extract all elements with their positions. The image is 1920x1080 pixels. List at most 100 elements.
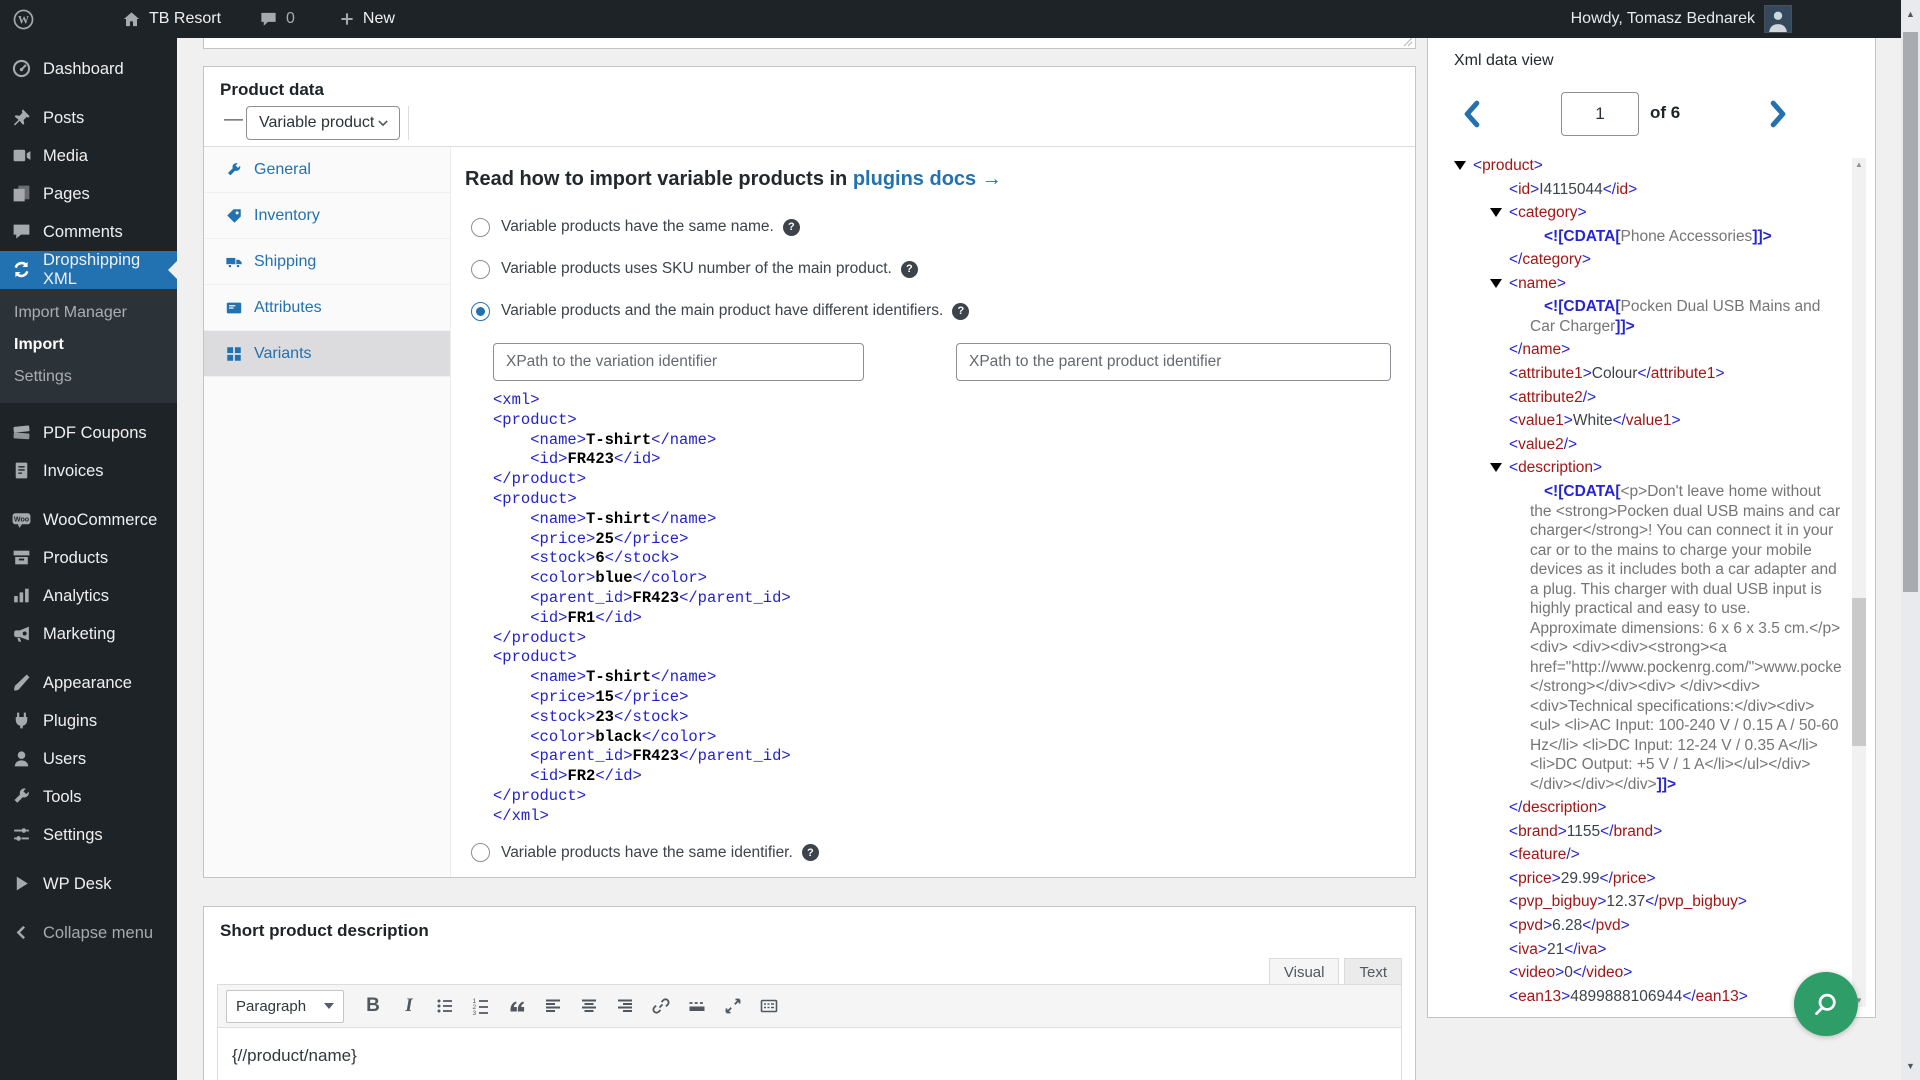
sidebar-item-settings[interactable]: Settings: [0, 816, 177, 854]
code-tag: </color>: [642, 728, 716, 746]
toolbar-toggle-button[interactable]: [754, 991, 784, 1021]
help-icon[interactable]: ?: [783, 219, 800, 236]
xpath-variation-input[interactable]: [493, 343, 864, 381]
sidebar-item-pdf-coupons[interactable]: PDF Coupons: [0, 414, 177, 452]
tab-attributes[interactable]: Attributes: [204, 285, 450, 331]
sidebar-item-collapse-menu[interactable]: Collapse menu: [0, 914, 177, 952]
italic-button[interactable]: I: [394, 991, 424, 1021]
resize-grip-icon[interactable]: [1403, 38, 1413, 47]
tab-label: Shipping: [254, 253, 316, 271]
expand-toggle-icon[interactable]: [1490, 208, 1502, 223]
tree-tagname: value1: [1626, 412, 1672, 429]
link-button[interactable]: [646, 991, 676, 1021]
comments-indicator[interactable]: 0: [246, 0, 308, 38]
expand-toggle-icon[interactable]: [1490, 279, 1502, 294]
sidebar-item-wp-desk[interactable]: WP Desk: [0, 865, 177, 903]
sidebar-item-woocommerce[interactable]: WooWooCommerce: [0, 501, 177, 539]
blockquote-button[interactable]: [502, 991, 532, 1021]
code-tag: </xml>: [493, 807, 549, 825]
wp-logo-menu[interactable]: W: [0, 0, 47, 38]
tree-scrollbar-thumb[interactable]: [1852, 598, 1866, 746]
code-line: <product>: [493, 490, 1395, 510]
sidebar-item-appearance[interactable]: Appearance: [0, 664, 177, 702]
sidebar-item-label: Dashboard: [43, 60, 124, 79]
align-center-button[interactable]: [574, 991, 604, 1021]
sidebar-item-dropshipping-xml[interactable]: Dropshipping XML: [0, 251, 177, 289]
expand-toggle-icon[interactable]: [1490, 463, 1502, 478]
tab-text[interactable]: Text: [1344, 958, 1402, 986]
editor-content[interactable]: {//product/name}: [218, 1028, 1401, 1080]
cdata-open: <![CDATA[: [1544, 228, 1620, 245]
next-page-button[interactable]: [1766, 96, 1790, 132]
tab-general[interactable]: General: [204, 147, 450, 193]
settings-icon: [11, 824, 33, 846]
search-fab-button[interactable]: [1794, 972, 1858, 1036]
new-content-menu[interactable]: New: [326, 0, 408, 38]
radio-0[interactable]: [471, 218, 490, 237]
numbered-list-button[interactable]: 123: [466, 991, 496, 1021]
tab-visual[interactable]: Visual: [1269, 958, 1340, 985]
help-icon[interactable]: ?: [952, 303, 969, 320]
sidebar-item-dashboard[interactable]: Dashboard: [0, 50, 177, 88]
bullet-list-button[interactable]: [430, 991, 460, 1021]
card-icon: [225, 299, 243, 317]
tab-shipping[interactable]: Shipping: [204, 239, 450, 285]
page-number-input[interactable]: [1561, 92, 1639, 136]
sidebar-item-media[interactable]: Media: [0, 137, 177, 175]
scroll-up-icon[interactable]: ▲: [1852, 160, 1866, 169]
sidebar-item-analytics[interactable]: Analytics: [0, 577, 177, 615]
truck-icon: [225, 253, 243, 271]
help-icon[interactable]: ?: [901, 261, 918, 278]
radio-2[interactable]: [471, 302, 490, 321]
tree-bracket: <: [1509, 964, 1518, 981]
tree-bracket: >: [1538, 941, 1547, 958]
tab-variants[interactable]: Variants: [204, 331, 450, 377]
tree-tagname: brand: [1518, 823, 1558, 840]
tree-bracket: <: [1509, 846, 1518, 863]
xpath-parent-input[interactable]: [956, 343, 1391, 381]
submenu-item-settings[interactable]: Settings: [0, 361, 177, 393]
tab-inventory[interactable]: Inventory: [204, 193, 450, 239]
option-2: Variable products and the main product h…: [471, 301, 1395, 321]
avatar[interactable]: [1764, 5, 1792, 33]
scrollbar-up-icon[interactable]: ▲: [1901, 9, 1920, 19]
fullscreen-button[interactable]: [718, 991, 748, 1021]
tree-scrollbar[interactable]: ▲ ▼: [1852, 158, 1866, 1007]
submenu-item-import-manager[interactable]: Import Manager: [0, 297, 177, 329]
expand-toggle-icon[interactable]: [1454, 161, 1466, 176]
product-type-select[interactable]: Variable product: [246, 106, 400, 140]
sidebar-submenu: Import ManagerImportSettings: [0, 289, 177, 403]
code-tag: </stock>: [605, 549, 679, 567]
align-left-button[interactable]: [538, 991, 568, 1021]
site-name-menu[interactable]: TB Resort: [109, 0, 234, 38]
tree-bracket: >: [1739, 988, 1748, 1005]
sidebar-item-marketing[interactable]: Marketing: [0, 615, 177, 653]
help-icon[interactable]: ?: [802, 844, 819, 861]
sidebar-item-plugins[interactable]: Plugins: [0, 702, 177, 740]
sidebar-item-products[interactable]: Products: [0, 539, 177, 577]
tree-bracket: >: [1671, 412, 1680, 429]
submenu-item-import[interactable]: Import: [0, 329, 177, 361]
tree-tagname: category: [1522, 251, 1581, 268]
align-right-button[interactable]: [610, 991, 640, 1021]
bold-button[interactable]: B: [358, 991, 388, 1021]
window-scrollbar[interactable]: ▲ ▼: [1901, 0, 1920, 1080]
radio-last[interactable]: [471, 843, 490, 862]
sidebar-item-invoices[interactable]: Invoices: [0, 452, 177, 490]
cdata-close: ]]>: [1615, 318, 1634, 335]
window-scrollbar-thumb[interactable]: [1903, 32, 1918, 592]
sidebar-item-comments[interactable]: Comments: [0, 213, 177, 251]
more-tag-button[interactable]: [682, 991, 712, 1021]
sidebar-item-posts[interactable]: Posts: [0, 99, 177, 137]
scrollbar-down-icon[interactable]: ▼: [1901, 1061, 1920, 1071]
sidebar-item-label: Invoices: [43, 462, 104, 481]
plugins-docs-link[interactable]: plugins docs →: [853, 168, 1002, 190]
radio-1[interactable]: [471, 260, 490, 279]
tree-bracket: >: [1561, 988, 1570, 1005]
sidebar-item-pages[interactable]: Pages: [0, 175, 177, 213]
sidebar-item-users[interactable]: Users: [0, 740, 177, 778]
paragraph-format-select[interactable]: Paragraph: [226, 990, 344, 1023]
howdy-account-menu[interactable]: Howdy, Tomasz Bednarek: [1571, 10, 1755, 28]
sidebar-item-tools[interactable]: Tools: [0, 778, 177, 816]
previous-page-button[interactable]: [1460, 96, 1484, 132]
